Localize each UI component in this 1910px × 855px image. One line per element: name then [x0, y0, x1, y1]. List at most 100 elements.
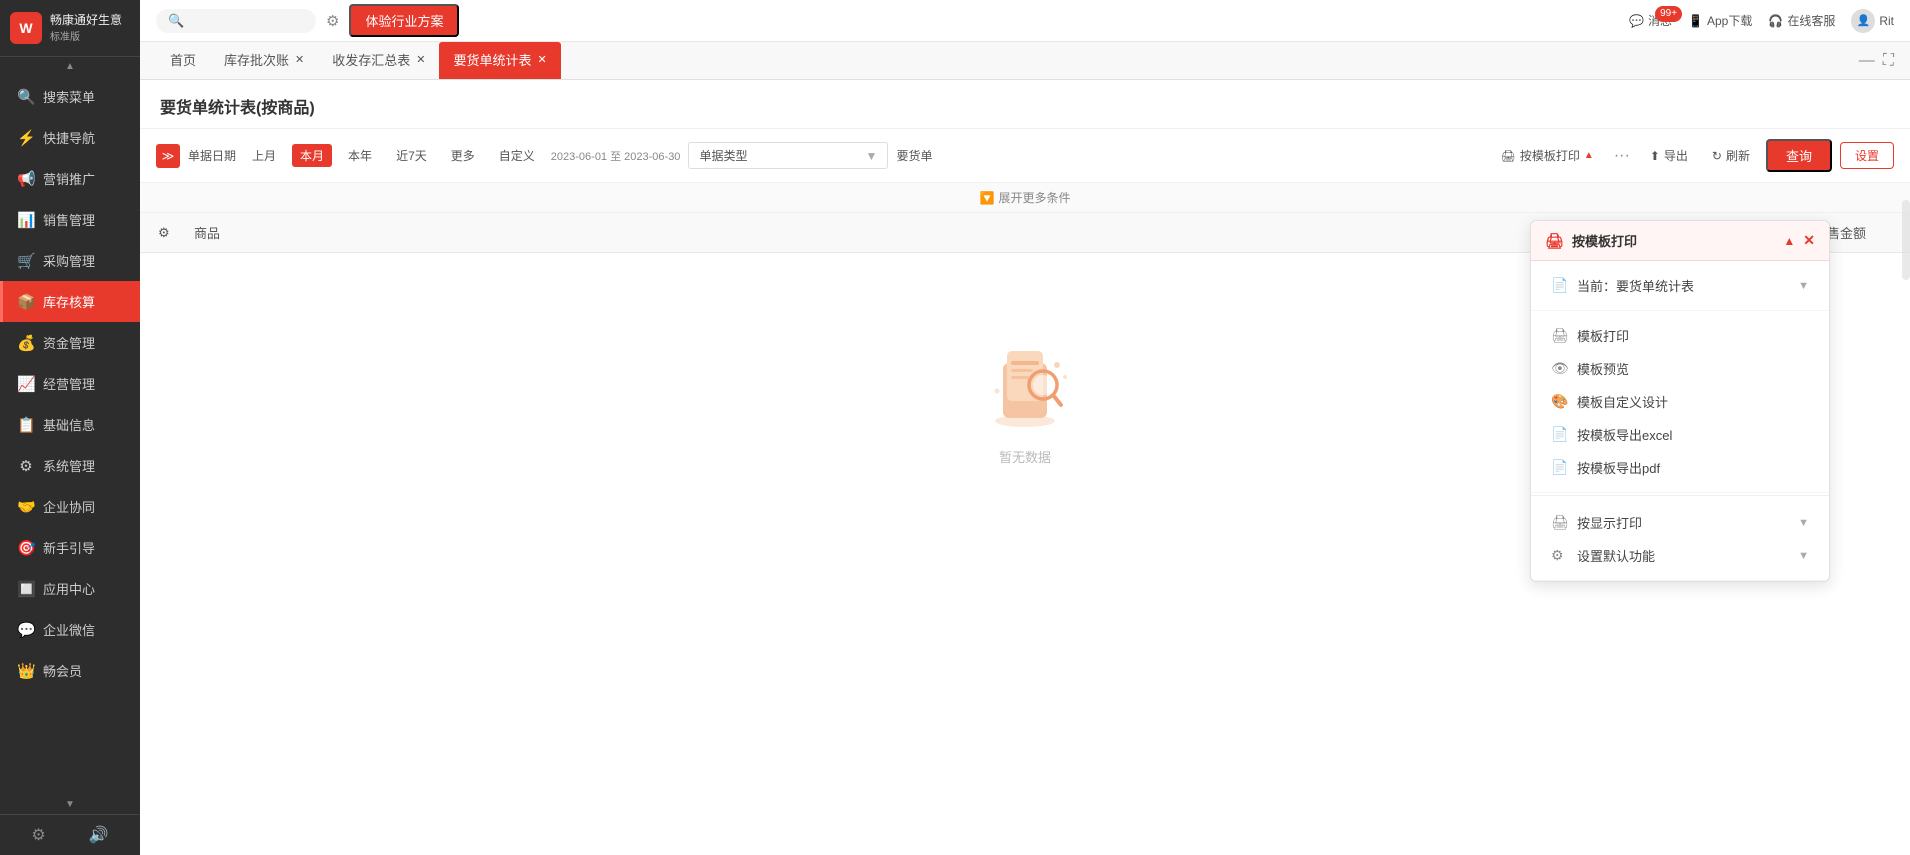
member-icon: 👑 [17, 662, 35, 680]
template-preview-icon: 👁 [1551, 360, 1569, 377]
scroll-down-btn[interactable]: ▼ [0, 795, 140, 814]
sidebar-item-system[interactable]: ⚙ 系统管理 [0, 445, 140, 486]
export-pdf-icon: 📄 [1551, 459, 1569, 476]
main-area: 🔍 ⚙ 体验行业方案 💬 消息 99 📱 App下载 🎧 在线客服 👤 Rit [140, 0, 1910, 855]
app-badge: 标准版 [50, 28, 122, 43]
sidebar-item-purchase[interactable]: 🛒 采购管理 [0, 240, 140, 281]
sidebar-item-inventory[interactable]: 📦 库存核算 [0, 281, 140, 322]
dropdown-header: 🖨 按模板打印 ▲ ✕ [1531, 221, 1829, 261]
dp-template-preview[interactable]: 👁 模板预览 [1545, 352, 1815, 385]
expand-more-icon: 🔽 [980, 191, 995, 205]
export-button[interactable]: ⬆ 导出 [1642, 143, 1696, 168]
settings-bottom-icon[interactable]: ⚙ [31, 825, 45, 845]
close-batch-icon[interactable]: ✕ [295, 53, 304, 66]
sidebar-item-guide[interactable]: 🎯 新手引导 [0, 527, 140, 568]
print-template-button[interactable]: 🖨 按模板打印 ▲ [1493, 143, 1602, 168]
sidebar-item-search[interactable]: 🔍 搜索菜单 [0, 76, 140, 117]
collab-icon: 🤝 [17, 498, 35, 516]
gear-icon[interactable]: ⚙ [326, 12, 339, 30]
more-options-icon[interactable]: ··· [1610, 143, 1634, 169]
dp-template-print[interactable]: 🖨 模板打印 [1545, 319, 1815, 352]
tab-order[interactable]: 要货单统计表 ✕ [439, 42, 560, 79]
sidebar-item-operations[interactable]: 📈 经营管理 [0, 363, 140, 404]
headset-icon: 🎧 [1768, 14, 1783, 28]
service-button[interactable]: 🎧 在线客服 [1768, 12, 1835, 29]
system-icon: ⚙ [17, 457, 35, 475]
sidebar-item-basics[interactable]: 📋 基础信息 [0, 404, 140, 445]
printer-icon: 🖨 [1501, 149, 1516, 163]
dp-set-default[interactable]: ⚙ 设置默认功能 ▼ [1545, 539, 1815, 572]
page-title: 要货单统计表(按商品) [160, 100, 315, 117]
order-type-arrow-icon: ▼ [866, 149, 878, 163]
dp-current-section: 📄 当前：要货单统计表 ▼ [1531, 261, 1829, 311]
scrollbar-indicator[interactable] [1902, 200, 1910, 280]
col-goods: 商品 [186, 213, 1580, 252]
topbar-search-box[interactable]: 🔍 [156, 9, 316, 33]
expand-more-row[interactable]: 🔽 展开更多条件 [140, 183, 1910, 213]
apps-icon: 🔲 [17, 580, 35, 598]
dp-items-section: 🖨 模板打印 👁 模板预览 🎨 模板自定义设计 📄 按模板导出excel 📄 [1531, 311, 1829, 493]
sidebar-item-member[interactable]: 👑 畅会员 [0, 650, 140, 691]
query-button[interactable]: 查询 [1766, 139, 1832, 172]
app-logo: W 畅康通好生意 标准版 [0, 0, 140, 57]
toolbar-right: 🖨 按模板打印 ▲ ··· ⬆ 导出 ↻ 刷新 查询 设置 [1493, 139, 1894, 172]
sidebar-item-shortcut[interactable]: ⚡ 快捷导航 [0, 117, 140, 158]
avatar-image: 👤 [1851, 9, 1875, 33]
date-custom[interactable]: 自定义 [491, 144, 543, 167]
dropdown-arrow-icon[interactable]: ▲ [1783, 234, 1795, 248]
scroll-up-btn[interactable]: ▲ [0, 57, 140, 76]
operations-icon: 📈 [17, 375, 35, 393]
sidebar-item-sales[interactable]: 📊 销售管理 [0, 199, 140, 240]
search-nav-icon: 🔍 [17, 88, 35, 106]
dp-current-item[interactable]: 📄 当前：要货单统计表 ▼ [1545, 269, 1815, 302]
maximize-icon[interactable]: ⛶ [1883, 52, 1894, 70]
date-last-month[interactable]: 上月 [244, 144, 284, 167]
sidebar-item-apps[interactable]: 🔲 应用中心 [0, 568, 140, 609]
sidebar-item-collab[interactable]: 🤝 企业协同 [0, 486, 140, 527]
tab-batch[interactable]: 库存批次账 ✕ [210, 42, 318, 79]
expand-button[interactable]: ≫ [156, 144, 180, 168]
sidebar-item-finance[interactable]: 💰 资金管理 [0, 322, 140, 363]
window-controls: — ⛶ [1859, 52, 1894, 70]
sidebar-item-wechat[interactable]: 💬 企业微信 [0, 609, 140, 650]
dp-template-design[interactable]: 🎨 模板自定义设计 [1545, 385, 1815, 418]
sidebar-item-marketing[interactable]: 📢 营销推广 [0, 158, 140, 199]
page-header: 要货单统计表(按商品) [140, 80, 1910, 129]
settings-button[interactable]: 设置 [1840, 142, 1894, 169]
close-receipt-icon[interactable]: ✕ [416, 53, 425, 66]
message-button[interactable]: 💬 消息 99 [1629, 12, 1672, 29]
tabs-bar: 首页 库存批次账 ✕ 收发存汇总表 ✕ 要货单统计表 ✕ — ⛶ [140, 42, 1910, 80]
date-more[interactable]: 更多 [443, 144, 483, 167]
topbar-right: 💬 消息 99 📱 App下载 🎧 在线客服 👤 Rit [1629, 9, 1894, 33]
tab-home[interactable]: 首页 [156, 42, 210, 79]
tab-receipt[interactable]: 收发存汇总表 ✕ [318, 42, 439, 79]
set-default-icon: ⚙ [1551, 547, 1569, 564]
app-download-button[interactable]: 📱 App下载 [1688, 12, 1752, 29]
user-avatar[interactable]: 👤 Rit [1851, 9, 1894, 33]
sound-bottom-icon[interactable]: 🔊 [89, 825, 109, 845]
topbar: 🔍 ⚙ 体验行业方案 💬 消息 99 📱 App下载 🎧 在线客服 👤 Rit [140, 0, 1910, 42]
dropdown-close-icon[interactable]: ✕ [1803, 232, 1815, 249]
date-this-year[interactable]: 本年 [340, 144, 380, 167]
order-type-select[interactable]: 单据类型 ▼ [688, 142, 888, 169]
close-order-icon[interactable]: ✕ [538, 53, 547, 66]
logo-icon: W [10, 12, 42, 44]
date-this-month[interactable]: 本月 [292, 144, 332, 167]
search-icon: 🔍 [168, 13, 184, 29]
current-template-icon: 📄 [1551, 277, 1569, 294]
basics-icon: 📋 [17, 416, 35, 434]
refresh-button[interactable]: ↻ 刷新 [1704, 143, 1758, 168]
export-icon: ⬆ [1650, 149, 1660, 163]
order-type-label: 单据类型 [699, 147, 747, 164]
dp-export-pdf[interactable]: 📄 按模板导出pdf [1545, 451, 1815, 484]
display-print-icon: 🖨 [1551, 514, 1569, 531]
dp-export-excel[interactable]: 📄 按模板导出excel [1545, 418, 1815, 451]
date-7days[interactable]: 近7天 [388, 144, 435, 167]
sidebar: W 畅康通好生意 标准版 ▲ 🔍 搜索菜单 ⚡ 快捷导航 📢 营销推广 📊 销售… [0, 0, 140, 855]
minimize-icon[interactable]: — [1859, 52, 1875, 70]
search-input[interactable] [190, 14, 290, 28]
trial-button[interactable]: 体验行业方案 [349, 4, 459, 37]
date-label: 单据日期 [188, 147, 236, 164]
dp-display-print[interactable]: 🖨 按显示打印 ▼ [1545, 506, 1815, 539]
col-settings[interactable]: ⚙ [150, 215, 186, 251]
